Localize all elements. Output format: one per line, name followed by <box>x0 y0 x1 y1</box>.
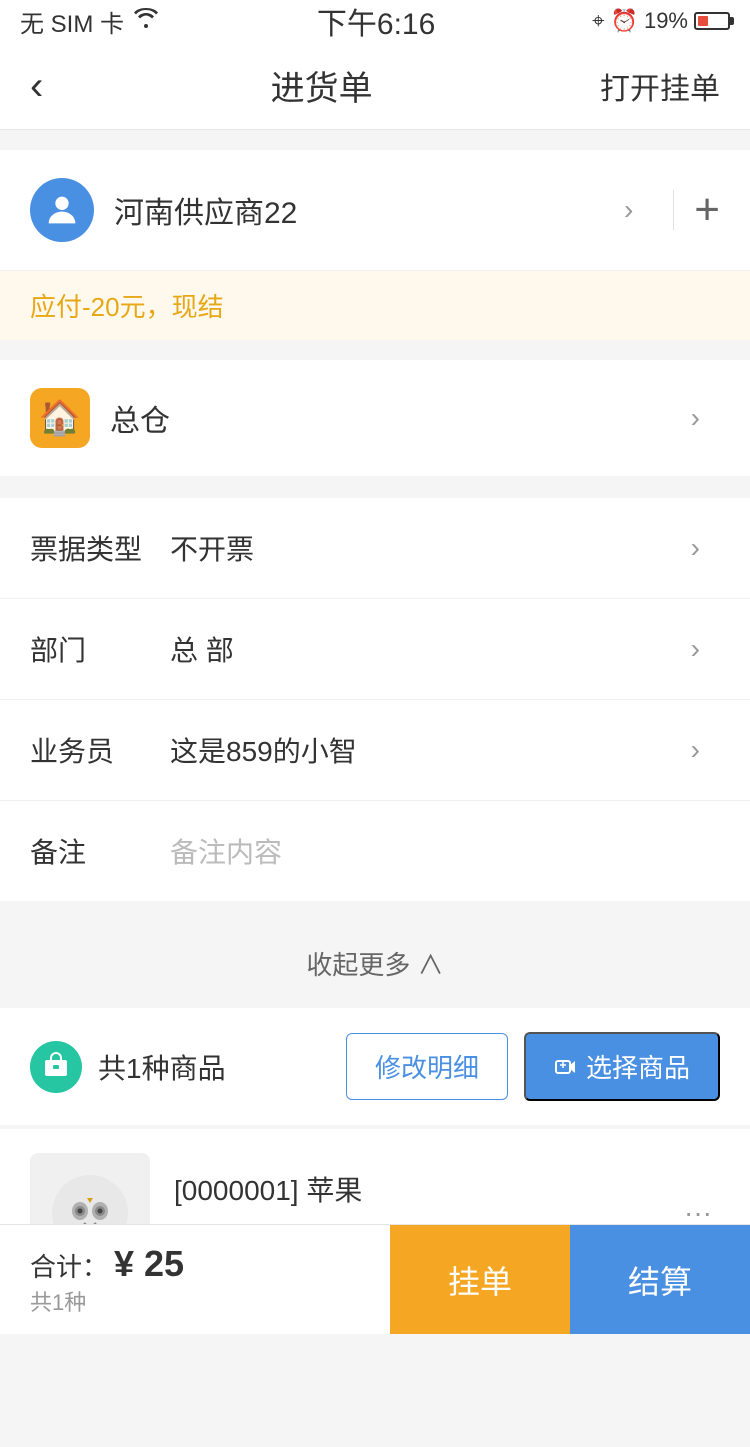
warehouse-icon: 🏠 <box>30 388 90 448</box>
form-section: 票据类型 不开票 › 部门 总 部 › 业务员 这是859的小智 › 备注 备注… <box>0 498 750 901</box>
hang-button[interactable]: 挂单 <box>390 1225 570 1334</box>
total-label: 合计： <box>30 1247 108 1284</box>
total-count: 共1种 <box>30 1285 360 1317</box>
product-name: [0000001] 苹果 <box>174 1169 676 1209</box>
page-title: 进货单 <box>271 61 373 110</box>
salesperson-label: 业务员 <box>30 730 170 770</box>
invoice-type-value: 不开票 <box>170 528 691 568</box>
remark-label: 备注 <box>30 831 170 871</box>
invoice-type-row[interactable]: 票据类型 不开票 › <box>0 498 750 599</box>
supplier-section: 河南供应商22 › + 应付-20元，现结 <box>0 150 750 340</box>
checkout-button[interactable]: 结算 <box>570 1225 750 1334</box>
salesperson-chevron-icon: › <box>691 734 700 766</box>
supplier-chevron-icon: › <box>624 194 633 226</box>
status-left: 无 SIM 卡 <box>20 4 160 39</box>
total-section: 合计： ¥ 25 共1种 <box>0 1225 390 1334</box>
total-row: 合计： ¥ 25 <box>30 1243 360 1285</box>
open-hang-button[interactable]: 打开挂单 <box>600 64 720 108</box>
product-title: 苹果 <box>306 1175 362 1206</box>
wifi-icon <box>132 7 160 35</box>
invoice-type-label: 票据类型 <box>30 528 170 568</box>
products-icon <box>30 1041 82 1093</box>
salesperson-row[interactable]: 业务员 这是859的小智 › <box>0 700 750 801</box>
select-product-button[interactable]: 选择商品 <box>524 1032 720 1101</box>
bottom-bar: 合计： ¥ 25 共1种 挂单 结算 <box>0 1224 750 1334</box>
warehouse-name: 总仓 <box>110 396 691 440</box>
supplier-divider <box>673 190 674 230</box>
product-code: [0000001] <box>174 1175 299 1206</box>
department-chevron-icon: › <box>691 633 700 665</box>
warehouse-row[interactable]: 🏠 总仓 › <box>0 360 750 476</box>
products-count: 共1种商品 <box>98 1047 346 1087</box>
add-supplier-button[interactable]: + <box>694 188 720 232</box>
supplier-name: 河南供应商22 <box>114 188 624 232</box>
spacer-4 <box>0 1125 750 1127</box>
warehouse-section: 🏠 总仓 › <box>0 360 750 476</box>
warehouse-icon-symbol: 🏠 <box>39 398 81 438</box>
invoice-type-chevron-icon: › <box>691 532 700 564</box>
remark-row[interactable]: 备注 备注内容 <box>0 801 750 901</box>
products-header: 共1种商品 修改明细 选择商品 <box>0 1008 750 1125</box>
back-button[interactable]: ‹ <box>30 66 43 106</box>
collapse-button[interactable]: 收起更多 ∧ <box>0 921 750 1006</box>
alarm-icon: ⏰ <box>611 8 638 34</box>
edit-detail-button[interactable]: 修改明细 <box>346 1033 508 1100</box>
sim-text: 无 SIM 卡 <box>20 4 124 39</box>
remark-value[interactable]: 备注内容 <box>170 831 720 871</box>
supplier-avatar <box>30 178 94 242</box>
supplier-row[interactable]: 河南供应商22 › + <box>0 150 750 271</box>
department-value: 总 部 <box>170 629 691 669</box>
select-product-label: 选择商品 <box>586 1048 690 1085</box>
battery-percent: 19% <box>644 8 688 34</box>
department-label: 部门 <box>30 629 170 669</box>
battery-icon <box>694 12 730 30</box>
total-amount: ¥ 25 <box>114 1243 184 1285</box>
warehouse-chevron-icon: › <box>691 402 700 434</box>
bottom-spacer <box>0 1317 750 1447</box>
status-bar: 无 SIM 卡 下午6:16 ⌖ ⏰ 19% <box>0 0 750 42</box>
status-right: ⌖ ⏰ 19% <box>592 8 730 34</box>
location-icon: ⌖ <box>592 8 604 34</box>
supplier-notice: 应付-20元，现结 <box>0 271 750 340</box>
nav-bar: ‹ 进货单 打开挂单 <box>0 42 750 130</box>
spacer-1 <box>0 130 750 150</box>
department-row[interactable]: 部门 总 部 › <box>0 599 750 700</box>
status-time: 下午6:16 <box>317 0 435 43</box>
salesperson-value: 这是859的小智 <box>170 730 691 770</box>
